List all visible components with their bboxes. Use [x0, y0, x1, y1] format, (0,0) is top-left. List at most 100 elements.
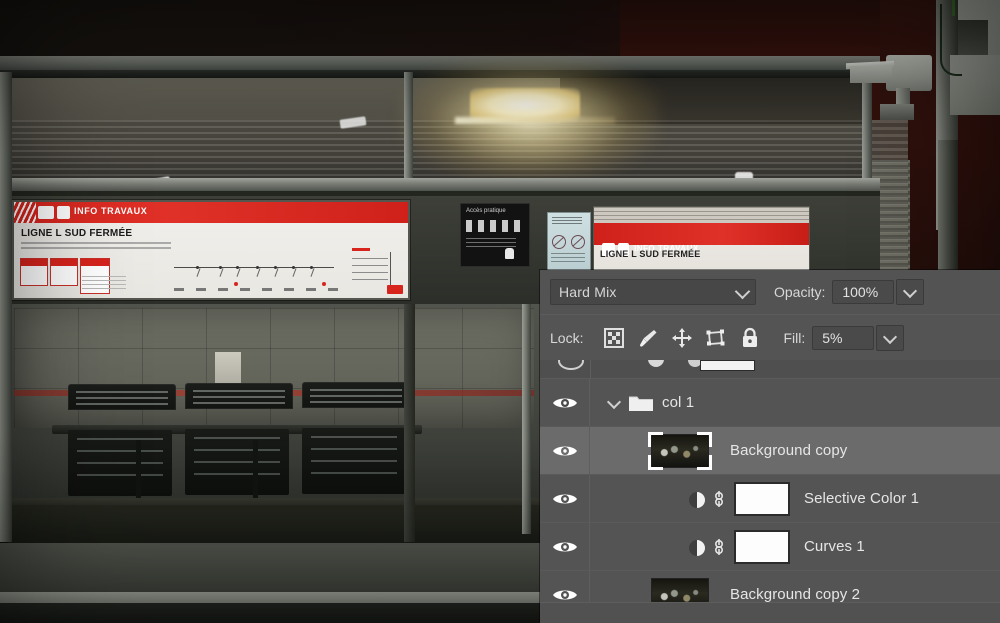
poster-banner-text: INFO TRAVAUX	[74, 206, 148, 216]
bench-seat-base-2	[185, 429, 289, 495]
poster-black-pictograms	[466, 220, 524, 232]
layer-thumbnail-wrap[interactable]	[644, 429, 716, 473]
poster-line-diagram	[174, 248, 334, 288]
eye-icon[interactable]	[558, 360, 584, 370]
layer-row-selective-color-1[interactable]: Selective Color 1	[540, 475, 1000, 523]
poster-corner-badge	[387, 285, 403, 294]
poster-headline: LIGNE L SUD FERMÉE	[21, 228, 133, 239]
poster2-headline: LIGNE L SUD FERMÉE	[600, 249, 701, 259]
column-divider	[590, 360, 591, 378]
bench-seat-back-3	[302, 382, 410, 408]
poster-pictogram-1	[20, 258, 48, 286]
poster2-red-banner: INFO TRAVAUX	[594, 223, 809, 256]
poster-blue-body	[551, 253, 585, 265]
bench-seat-base-3	[302, 428, 406, 494]
chevron-down-icon[interactable]	[608, 396, 622, 410]
lock-image-pixels-icon[interactable]	[631, 324, 665, 352]
screenshot-root: INFO TRAVAUX LIGNE L SUD FERMÉE Accès pr…	[0, 0, 1000, 623]
thumbnail-selection-bracket	[648, 431, 663, 447]
link-icon[interactable]	[712, 537, 726, 557]
opacity-value: 100%	[842, 284, 879, 300]
shelter-mid-rail	[0, 178, 880, 192]
opacity-input[interactable]: 100%	[832, 280, 895, 304]
blend-mode-value: Hard Mix	[559, 284, 617, 300]
layer-row-clipped-above[interactable]	[540, 360, 1000, 379]
line-l-badge-icon	[57, 206, 70, 219]
bench-seat-back-1	[68, 384, 176, 410]
no-entry-icon	[571, 235, 585, 249]
bench-seat-base-1	[68, 430, 172, 496]
poster-red-banner: INFO TRAVAUX	[14, 202, 408, 223]
layer-visibility-toggle[interactable]	[540, 379, 590, 426]
adjustment-icon	[688, 539, 705, 556]
layer-mask-thumbnail[interactable]	[734, 529, 790, 564]
layer-visibility-toggle[interactable]	[540, 475, 590, 522]
lock-artboard-nesting-icon[interactable]	[699, 324, 733, 352]
bench-seat-back-2	[185, 383, 293, 409]
folder-icon	[628, 393, 654, 413]
station-interior-tiles	[14, 308, 534, 428]
equipment-cable-green	[952, 0, 955, 16]
poster-legend	[344, 246, 400, 290]
layer-mask-thumbnail[interactable]	[700, 360, 755, 371]
lock-all-icon[interactable]	[733, 324, 767, 352]
poster-footer-stations	[174, 288, 344, 291]
no-smoking-icon	[552, 235, 566, 249]
layer-name: Background copy 2	[730, 586, 861, 603]
fill-stepper[interactable]	[876, 324, 905, 351]
shelter-mullion-center	[404, 72, 413, 184]
layer-row-group-col-1[interactable]: col 1	[540, 379, 1000, 427]
thumbnail-selection-bracket	[697, 454, 712, 470]
bench-leg-1	[136, 440, 141, 500]
layers-list: col 1 Background copy Selective Color 1 …	[540, 379, 1000, 619]
chevron-down-icon	[883, 329, 898, 344]
layer-row-background-copy[interactable]: Background copy	[540, 427, 1000, 475]
layer-name: Curves 1	[804, 538, 865, 555]
opacity-stepper[interactable]	[896, 279, 925, 305]
equipment-cable	[940, 4, 962, 76]
ceiling-lamp-reflection	[455, 117, 615, 124]
layer-mask-thumbnail[interactable]	[734, 481, 790, 516]
poster-body-text	[21, 242, 171, 252]
shelter-post-right-inner	[522, 304, 531, 534]
thumbnail-selection-bracket	[648, 454, 663, 470]
eye-icon	[552, 539, 578, 555]
lock-transparent-pixels-icon[interactable]	[597, 324, 631, 352]
poster-table-lines	[82, 276, 126, 292]
poster-black-title: Accès pratique	[466, 208, 506, 214]
lock-position-icon[interactable]	[665, 324, 699, 352]
layer-name: Background copy	[730, 442, 848, 459]
layer-visibility-toggle[interactable]	[540, 427, 590, 474]
link-icon[interactable]	[712, 489, 726, 509]
fill-value: 5%	[822, 329, 843, 346]
blend-mode-select[interactable]: Hard Mix	[550, 279, 756, 305]
pointing-hand-icon	[505, 248, 514, 259]
chevron-down-icon	[734, 283, 751, 300]
fill-input[interactable]: 5%	[812, 325, 875, 350]
layer-content: Curves 1	[590, 523, 1000, 570]
blend-mode-row: Hard Mix Opacity: 100%	[540, 270, 1000, 314]
lock-row: Lock: Fill: 5%	[540, 314, 1000, 360]
poster2-top-strip	[594, 207, 809, 223]
adjustment-icon	[688, 491, 705, 508]
eye-icon	[552, 395, 578, 411]
cctv-camera-lens	[850, 66, 892, 83]
layers-panel-footer	[540, 602, 1000, 623]
adjustment-icon	[648, 360, 664, 367]
poster-pictogram-2	[50, 258, 78, 286]
cctv-camera-mount	[880, 104, 914, 120]
chevron-down-icon	[903, 283, 918, 299]
layers-panel[interactable]: Hard Mix Opacity: 100% Lock: Fill: 5% co…	[540, 270, 1000, 623]
layer-content: col 1	[590, 379, 1000, 426]
bench-leg-2	[253, 440, 258, 500]
layer-row-curves-1[interactable]: Curves 1	[540, 523, 1000, 571]
layer-name: col 1	[662, 394, 695, 411]
layer-visibility-toggle[interactable]	[540, 523, 590, 570]
poster-black-body	[466, 238, 516, 248]
eye-icon	[552, 587, 578, 603]
shelter-post-center	[404, 304, 415, 542]
poster-acces-pratique: Accès pratique	[460, 203, 530, 267]
sncf-logo-icon	[38, 206, 54, 219]
fill-label: Fill:	[783, 329, 806, 346]
thumbnail-selection-bracket	[697, 431, 712, 447]
